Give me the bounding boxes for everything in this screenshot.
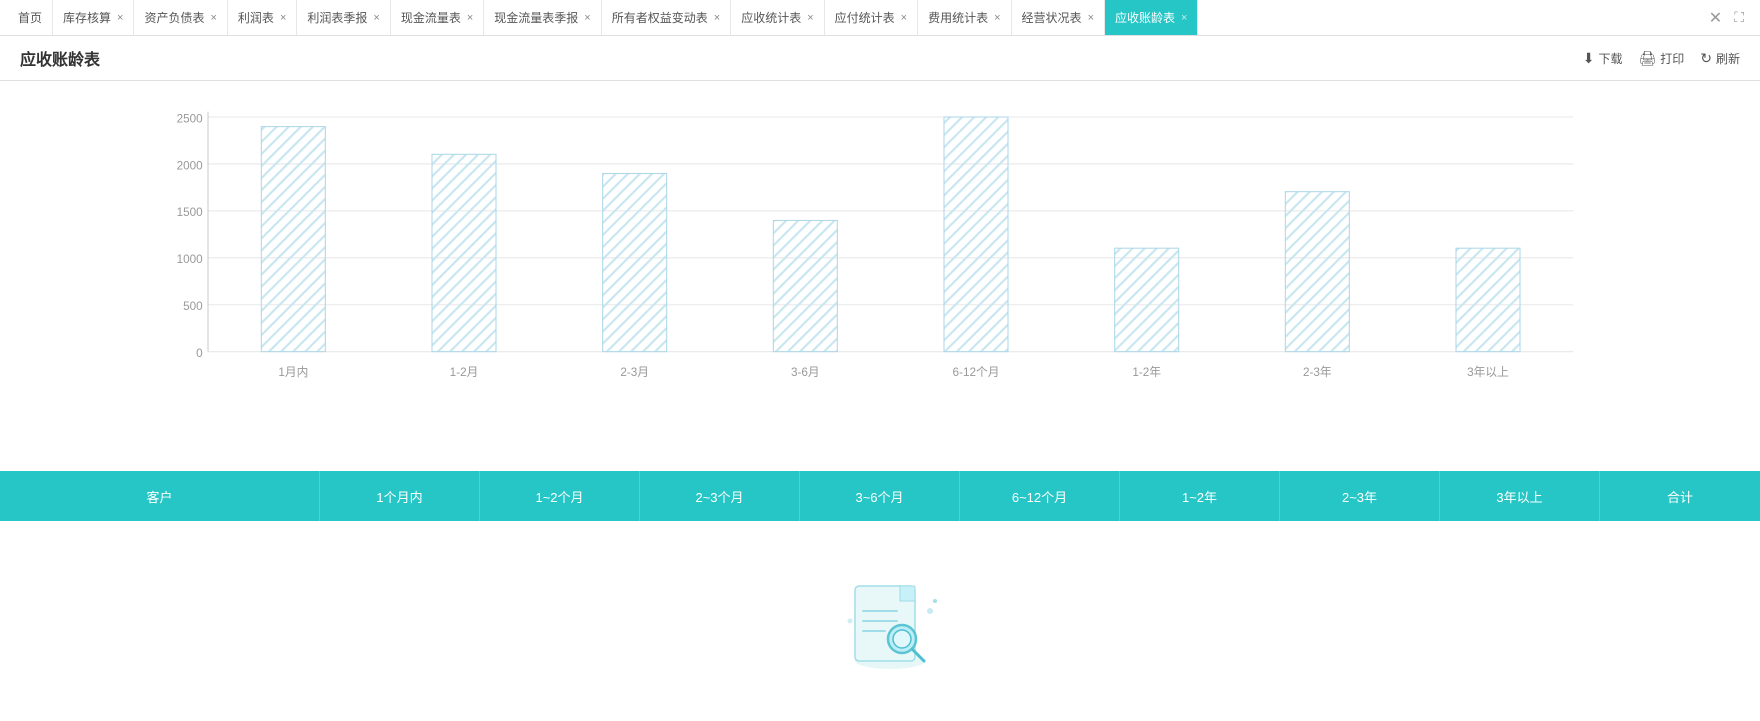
bar-3-6月: 3-6月 (773, 220, 837, 379)
svg-text:2000: 2000 (177, 159, 204, 172)
aging-chart: 0 500 1000 1500 2000 2500 (40, 101, 1720, 421)
th-3year-plus: 3年以上 (1440, 471, 1600, 521)
svg-text:500: 500 (183, 300, 203, 313)
svg-text:2-3月: 2-3月 (620, 366, 649, 379)
main-content: 0 500 1000 1500 2000 2500 (0, 81, 1760, 721)
svg-text:2-3年: 2-3年 (1303, 365, 1332, 379)
tab-profit-quarterly[interactable]: 利润表季报 × (297, 0, 390, 36)
y-axis: 0 500 1000 1500 2000 2500 (177, 112, 1574, 360)
tab-close-operation[interactable]: × (1088, 12, 1094, 24)
tab-balance[interactable]: 资产负债表 × (134, 0, 227, 36)
tab-close-profit-quarterly[interactable]: × (373, 12, 379, 24)
maximize-button[interactable]: ⛶ (1734, 9, 1744, 26)
print-icon: 🖨 (1638, 50, 1656, 67)
tab-close-cashflow[interactable]: × (467, 12, 473, 24)
table-header: 客户 1个月内 1~2个月 2~3个月 3~6个月 6~12个月 1~2年 2~… (0, 471, 1760, 521)
tab-close-payable-stat[interactable]: × (901, 12, 907, 24)
svg-text:2500: 2500 (177, 112, 204, 125)
tab-expense-stat[interactable]: 费用统计表 × (918, 0, 1011, 36)
refresh-button[interactable]: ↻ 刷新 (1700, 50, 1740, 67)
tab-close-expense-stat[interactable]: × (994, 12, 1000, 24)
empty-icon (830, 561, 930, 661)
svg-text:0: 0 (196, 347, 203, 360)
th-customer: 客户 (0, 471, 320, 521)
svg-text:3年以上: 3年以上 (1467, 365, 1509, 379)
tab-bar: 首页 库存核算 × 资产负债表 × 利润表 × 利润表季报 × 现金流量表 × … (0, 0, 1760, 36)
tab-equity[interactable]: 所有者权益变动表 × (602, 0, 731, 36)
svg-text:6-12个月: 6-12个月 (953, 366, 1000, 379)
window-controls: ✕ ⛶ (1709, 8, 1752, 28)
page-title: 应收账龄表 (20, 46, 100, 70)
th-2-3month: 2~3个月 (640, 471, 800, 521)
tab-close-aging[interactable]: × (1181, 12, 1187, 24)
bar-2-3月: 2-3月 (603, 174, 667, 380)
bar-3年以上: 3年以上 (1456, 248, 1520, 379)
th-1month: 1个月内 (320, 471, 480, 521)
tab-close-equity[interactable]: × (714, 12, 720, 24)
svg-text:3-6月: 3-6月 (791, 366, 820, 379)
tab-profit[interactable]: 利润表 × (228, 0, 297, 36)
th-6-12month: 6~12个月 (960, 471, 1120, 521)
tab-close-receivable-stat[interactable]: × (807, 12, 813, 24)
tab-cashflow[interactable]: 现金流量表 × (391, 0, 484, 36)
page-header: 应收账龄表 ⬇ 下载 🖨 打印 ↻ 刷新 (0, 36, 1760, 81)
tab-close-cashflow-quarterly[interactable]: × (584, 12, 590, 24)
th-3-6month: 3~6个月 (800, 471, 960, 521)
bar-1-2月: 1-2月 (432, 154, 496, 379)
print-button[interactable]: 🖨 打印 (1638, 50, 1684, 67)
tab-close-balance[interactable]: × (210, 12, 216, 24)
th-2-3year: 2~3年 (1280, 471, 1440, 521)
chart-area: 0 500 1000 1500 2000 2500 (0, 81, 1760, 471)
bar-1-2年: 1-2年 (1115, 248, 1179, 379)
bar-6-12月: 6-12个月 (944, 117, 1008, 379)
download-button[interactable]: ⬇ 下载 (1583, 50, 1623, 67)
bar-1月内: 1月内 (261, 127, 325, 380)
tab-aging[interactable]: 应收账龄表 × (1105, 0, 1198, 36)
refresh-icon: ↻ (1700, 50, 1712, 67)
tab-receivable-stat[interactable]: 应收统计表 × (731, 0, 824, 36)
tab-close-inventory[interactable]: × (117, 12, 123, 24)
svg-text:1500: 1500 (177, 206, 204, 219)
tab-inventory[interactable]: 库存核算 × (53, 0, 134, 36)
tab-close-profit[interactable]: × (280, 12, 286, 24)
svg-text:1000: 1000 (177, 253, 204, 266)
tab-payable-stat[interactable]: 应付统计表 × (825, 0, 918, 36)
svg-text:1-2年: 1-2年 (1132, 365, 1161, 379)
th-1-2month: 1~2个月 (480, 471, 640, 521)
tab-cashflow-quarterly[interactable]: 现金流量表季报 × (484, 0, 601, 36)
minimize-button[interactable]: ✕ (1709, 8, 1722, 28)
th-1-2year: 1~2年 (1120, 471, 1280, 521)
header-actions: ⬇ 下载 🖨 打印 ↻ 刷新 (1583, 50, 1740, 67)
empty-illustration (830, 561, 950, 681)
bar-2-3年: 2-3年 (1285, 192, 1349, 380)
tab-home[interactable]: 首页 (8, 0, 53, 36)
svg-text:1月内: 1月内 (278, 365, 308, 379)
svg-text:1-2月: 1-2月 (450, 366, 479, 379)
download-icon: ⬇ (1583, 50, 1595, 67)
th-total: 合计 (1600, 471, 1760, 521)
empty-state (0, 521, 1760, 701)
tab-operation[interactable]: 经营状况表 × (1012, 0, 1105, 36)
